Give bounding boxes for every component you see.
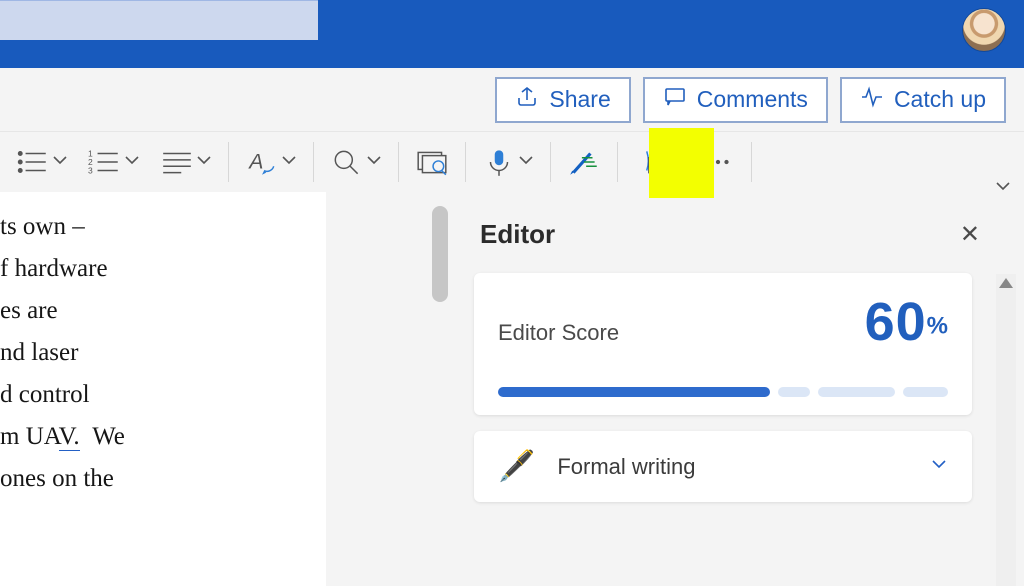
immersive-reader-button[interactable] bbox=[405, 138, 459, 186]
comment-icon bbox=[663, 85, 687, 115]
progress-segment bbox=[778, 387, 810, 397]
document-scrollbar-thumb[interactable] bbox=[432, 206, 448, 302]
svg-text:A: A bbox=[247, 149, 263, 173]
score-value: 60 bbox=[865, 292, 927, 352]
text-line: d control bbox=[0, 374, 326, 416]
catch-up-label: Catch up bbox=[894, 86, 986, 113]
chevron-down-icon bbox=[518, 153, 534, 172]
comments-label: Comments bbox=[697, 86, 808, 113]
chevron-down-icon bbox=[124, 153, 140, 172]
share-icon bbox=[515, 85, 539, 115]
ribbon-toolbar: 123 A bbox=[0, 132, 1024, 192]
progress-segment bbox=[818, 387, 895, 397]
writing-style-label: Formal writing bbox=[557, 454, 908, 480]
find-button[interactable] bbox=[320, 138, 392, 186]
share-label: Share bbox=[549, 86, 610, 113]
separator bbox=[228, 142, 229, 182]
separator bbox=[398, 142, 399, 182]
score-percent: % bbox=[927, 313, 948, 340]
progress-segment-filled bbox=[498, 387, 770, 397]
text-line: es are bbox=[0, 290, 326, 332]
separator bbox=[751, 142, 752, 182]
panel-title: Editor bbox=[480, 219, 555, 250]
text-line: ts own – bbox=[0, 206, 326, 248]
panel-scrollbar[interactable] bbox=[996, 274, 1016, 586]
clear-formatting-button[interactable]: A bbox=[235, 138, 307, 186]
chevron-down-icon bbox=[196, 153, 212, 172]
close-panel-button[interactable]: ✕ bbox=[950, 214, 990, 255]
numbered-list-button[interactable]: 123 bbox=[78, 138, 150, 186]
chevron-down-icon bbox=[281, 153, 297, 172]
workspace: ts own – f hardware es are nd laser d co… bbox=[0, 192, 1024, 586]
action-row: Share Comments Catch up bbox=[0, 68, 1024, 132]
title-bar bbox=[0, 0, 1024, 68]
scroll-up-arrow-icon bbox=[999, 278, 1013, 288]
chevron-down-icon bbox=[366, 153, 382, 172]
text-line: f hardware bbox=[0, 248, 326, 290]
share-button[interactable]: Share bbox=[495, 77, 630, 123]
separator bbox=[617, 142, 618, 182]
text-line: nd laser bbox=[0, 332, 326, 374]
chevron-down-icon bbox=[52, 153, 68, 172]
editor-score-card[interactable]: Editor Score 60% bbox=[474, 273, 972, 415]
document-title-field[interactable] bbox=[0, 0, 318, 40]
chevron-down-icon bbox=[930, 457, 948, 476]
score-progress bbox=[498, 387, 948, 397]
editor-panel: Editor ✕ Editor Score 60% 🖋️ Formal writ… bbox=[456, 192, 1024, 586]
comments-button[interactable]: Comments bbox=[643, 77, 828, 123]
activity-icon bbox=[860, 85, 884, 115]
separator bbox=[313, 142, 314, 182]
dictate-button[interactable] bbox=[472, 138, 544, 186]
document-canvas[interactable]: ts own – f hardware es are nd laser d co… bbox=[0, 192, 456, 586]
text-line: ones on the bbox=[0, 458, 326, 500]
align-button[interactable] bbox=[150, 138, 222, 186]
progress-segment bbox=[903, 387, 948, 397]
writing-style-selector[interactable]: 🖋️ Formal writing bbox=[474, 431, 972, 502]
editor-highlight bbox=[649, 128, 714, 198]
catch-up-button[interactable]: Catch up bbox=[840, 77, 1006, 123]
text-line: m UAV. We bbox=[0, 416, 326, 458]
bulleted-list-button[interactable] bbox=[6, 138, 78, 186]
pen-icon: 🖋️ bbox=[498, 449, 535, 484]
editor-button[interactable] bbox=[557, 138, 611, 186]
user-avatar[interactable] bbox=[962, 8, 1006, 52]
score-label: Editor Score bbox=[498, 320, 619, 346]
separator bbox=[465, 142, 466, 182]
close-icon: ✕ bbox=[960, 221, 980, 248]
svg-text:3: 3 bbox=[88, 166, 93, 176]
separator bbox=[550, 142, 551, 182]
